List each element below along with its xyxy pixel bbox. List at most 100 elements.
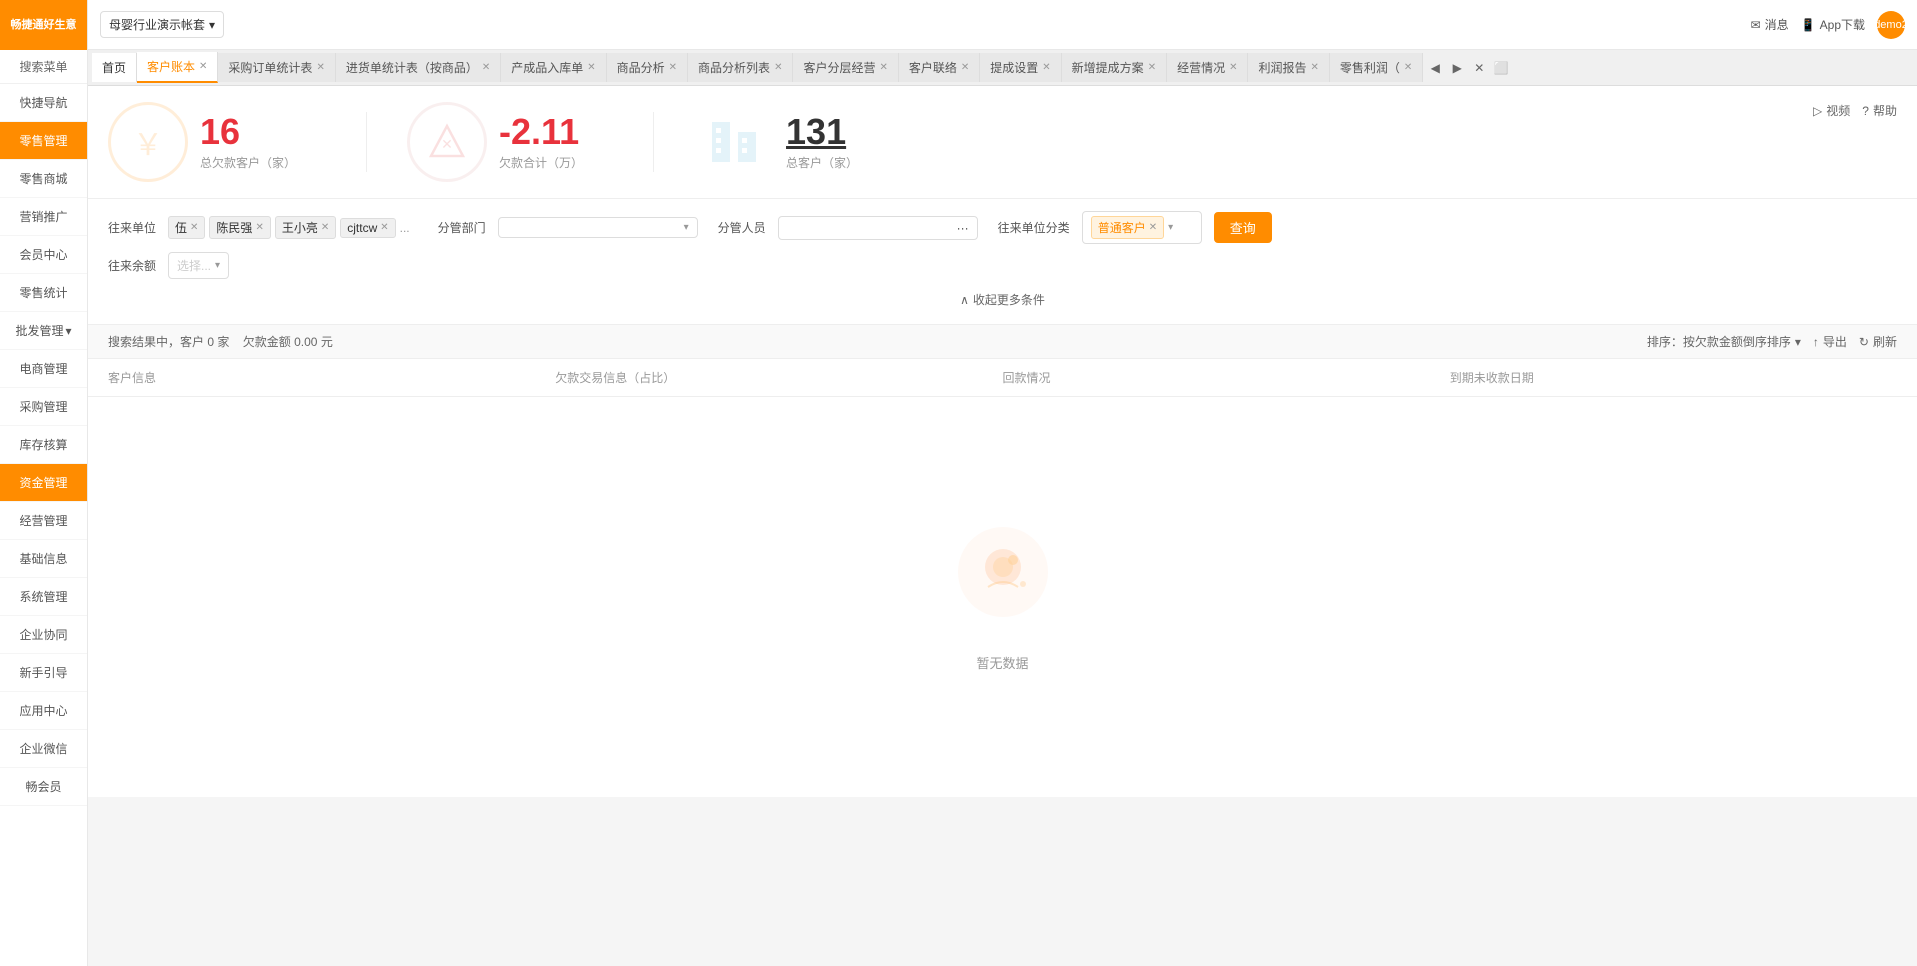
export-icon: ↑ [1813,335,1819,349]
sidebar-item-operations-mgmt[interactable]: 经营管理 [0,502,87,540]
results-summary: 搜索结果中，客户 0 家 欠款金额 0.00 元 [108,333,333,350]
unit-type-filter-label: 往来单位分类 [998,219,1070,236]
refresh-btn[interactable]: ↻ 刷新 [1859,333,1897,350]
table-header: 客户信息 欠款交易信息（占比） 回款情况 到期未收款日期 [88,359,1917,397]
sidebar-item-purchase-mgmt[interactable]: 采购管理 [0,388,87,426]
dept-filter-label: 分管部门 [438,219,486,236]
unit-more-btn[interactable]: ... [400,221,410,235]
tab-close-zero-profit[interactable]: ✕ [1404,62,1412,73]
unit-type-tag-remove[interactable]: ✕ [1149,222,1157,233]
sort-btn[interactable]: 排序：按欠款金额倒序排序 ▾ [1647,333,1801,350]
tab-product-inbound[interactable]: 产成品入库单 ✕ [501,53,606,82]
query-button[interactable]: 查询 [1214,212,1272,243]
tabs-nav-controls: ◀ ▶ ✕ ⬜ [1425,58,1511,78]
tab-zero-profit[interactable]: 零售利润（ ✕ [1330,53,1423,82]
tabs-close-all-btn[interactable]: ✕ [1469,58,1489,78]
tab-close-product-inbound[interactable]: ✕ [587,62,595,73]
help-btn[interactable]: ? 帮助 [1862,102,1897,119]
sidebar-item-basic-info[interactable]: 基础信息 [0,540,87,578]
chevron-down-icon: ▾ [209,18,215,32]
total-clients-label: 总客户（家） [786,154,858,171]
tab-close-inbound-stats[interactable]: ✕ [482,62,490,73]
stats-header: ￥ 16 总欠款客户（家） ✕ [88,86,1917,199]
tab-close-operations-status[interactable]: ✕ [1229,62,1237,73]
refresh-icon: ↻ [1859,335,1869,349]
unit-tag-wang-remove[interactable]: ✕ [321,222,329,233]
sidebar-item-enterprise-collab[interactable]: 企业协同 [0,616,87,654]
unit-tag-cjttcw: cjttcw ✕ [340,218,395,238]
sidebar-item-inventory-check[interactable]: 库存核算 [0,426,87,464]
filter-area: 往来单位 伍 ✕ 陈民强 ✕ 王小亮 ✕ [88,199,1917,325]
tab-customer-ledger[interactable]: 客户账本 ✕ [137,52,218,83]
dept-select[interactable]: ▾ [498,217,698,238]
unit-tag-cjttcw-remove[interactable]: ✕ [380,222,388,233]
sidebar-item-new-guide[interactable]: 新手引导 [0,654,87,692]
topbar: 母婴行业演示帐套 ▾ ✉ 消息 📱 App下载 demo2 [88,0,1917,50]
tabs-prev-btn[interactable]: ◀ [1425,58,1445,78]
sidebar-item-marketing-promo[interactable]: 营销推广 [0,198,87,236]
sidebar-item-app-center[interactable]: 应用中心 [0,692,87,730]
tab-new-commission-plan[interactable]: 新增提成方案 ✕ [1062,53,1167,82]
unit-type-select[interactable]: 普通客户 ✕ ▾ [1082,211,1202,244]
tab-commission-settings[interactable]: 提成设置 ✕ [980,53,1061,82]
tab-close-customer-contact[interactable]: ✕ [961,62,969,73]
tab-close-commission-settings[interactable]: ✕ [1042,62,1050,73]
tab-inbound-stats[interactable]: 进货单统计表（按商品） ✕ [336,53,501,82]
account-switcher[interactable]: 母婴行业演示帐套 ▾ [100,11,224,38]
topbar-right: ✉ 消息 📱 App下载 demo2 [1751,11,1905,39]
tabs-next-btn[interactable]: ▶ [1447,58,1467,78]
play-icon: ▷ [1813,104,1822,118]
tab-goods-analysis-list[interactable]: 商品分析列表 ✕ [688,53,793,82]
tab-close-goods-analysis-list[interactable]: ✕ [774,62,782,73]
sidebar-item-capital-mgmt[interactable]: 资金管理 [0,464,87,502]
unit-tag-chen-remove[interactable]: ✕ [255,222,263,233]
avatar[interactable]: demo2 [1877,11,1905,39]
tab-close-profit-report[interactable]: ✕ [1311,62,1319,73]
tab-home[interactable]: 首页 [92,53,137,82]
results-actions: 排序：按欠款金额倒序排序 ▾ ↑ 导出 ↻ 刷新 [1647,333,1897,350]
tab-profit-report[interactable]: 利润报告 ✕ [1248,53,1329,82]
data-table: 客户信息 欠款交易信息（占比） 回款情况 到期未收款日期 [88,359,1917,797]
results-bar: 搜索结果中，客户 0 家 欠款金额 0.00 元 排序：按欠款金额倒序排序 ▾ [88,325,1917,359]
sidebar-item-zero-retail-mall[interactable]: 零售商城 [0,160,87,198]
tabs-maximize-btn[interactable]: ⬜ [1491,58,1511,78]
col-repayment: 回款情况 [1003,369,1450,386]
message-icon: ✉ [1751,18,1761,32]
chevron-down-icon: ▾ [1795,335,1801,349]
filter-row-1: 往来单位 伍 ✕ 陈民强 ✕ 王小亮 ✕ [108,211,1897,244]
person-select[interactable]: ··· [778,216,978,240]
col-debt-info: 欠款交易信息（占比） [555,369,1002,386]
col-due-date: 到期未收款日期 [1450,369,1897,386]
chevron-down-icon: ▾ [215,260,220,271]
unit-tag-wu-remove[interactable]: ✕ [190,222,198,233]
empty-text: 暂无数据 [976,653,1028,672]
tab-close-purchase-order-stats[interactable]: ✕ [316,62,324,73]
sidebar-item-enterprise-wechat[interactable]: 企业微信 [0,730,87,768]
sidebar-quick-nav[interactable]: 快捷导航 [0,84,87,122]
tab-close-customer-segment[interactable]: ✕ [879,62,887,73]
sidebar-item-member-center[interactable]: 会员中心 [0,236,87,274]
sidebar-search[interactable]: 搜索菜单 [0,50,87,84]
message-btn[interactable]: ✉ 消息 [1751,16,1789,33]
balance-input[interactable]: 选择... ▾ [168,252,229,279]
sidebar-item-ecommerce-mgmt[interactable]: 电商管理 [0,350,87,388]
collapse-btn[interactable]: ∧ 收起更多条件 [952,287,1053,312]
video-btn[interactable]: ▷ 视频 [1813,102,1850,119]
sidebar-item-batch-mgmt[interactable]: 批发管理 ▾ [0,312,87,350]
sidebar-item-zero-retail-stats[interactable]: 零售统计 [0,274,87,312]
tab-close-new-commission-plan[interactable]: ✕ [1148,62,1156,73]
tab-customer-contact[interactable]: 客户联络 ✕ [899,53,980,82]
tab-close-customer-ledger[interactable]: ✕ [199,61,207,72]
main-area: 母婴行业演示帐套 ▾ ✉ 消息 📱 App下载 demo2 首页 [88,0,1917,966]
tab-purchase-order-stats[interactable]: 采购订单统计表 ✕ [218,53,335,82]
sidebar-item-system-mgmt[interactable]: 系统管理 [0,578,87,616]
content-area: ￥ 16 总欠款客户（家） ✕ [88,86,1917,966]
sidebar-item-zero-retail-mgmt[interactable]: 零售管理 [0,122,87,160]
tab-goods-analysis[interactable]: 商品分析 ✕ [607,53,688,82]
tab-customer-segment[interactable]: 客户分层经营 ✕ [793,53,898,82]
tab-operations-status[interactable]: 经营情况 ✕ [1167,53,1248,82]
app-download-btn[interactable]: 📱 App下载 [1801,16,1865,33]
tab-close-goods-analysis[interactable]: ✕ [669,62,677,73]
sidebar-item-free-member[interactable]: 畅会员 [0,768,87,806]
export-btn[interactable]: ↑ 导出 [1813,333,1847,350]
